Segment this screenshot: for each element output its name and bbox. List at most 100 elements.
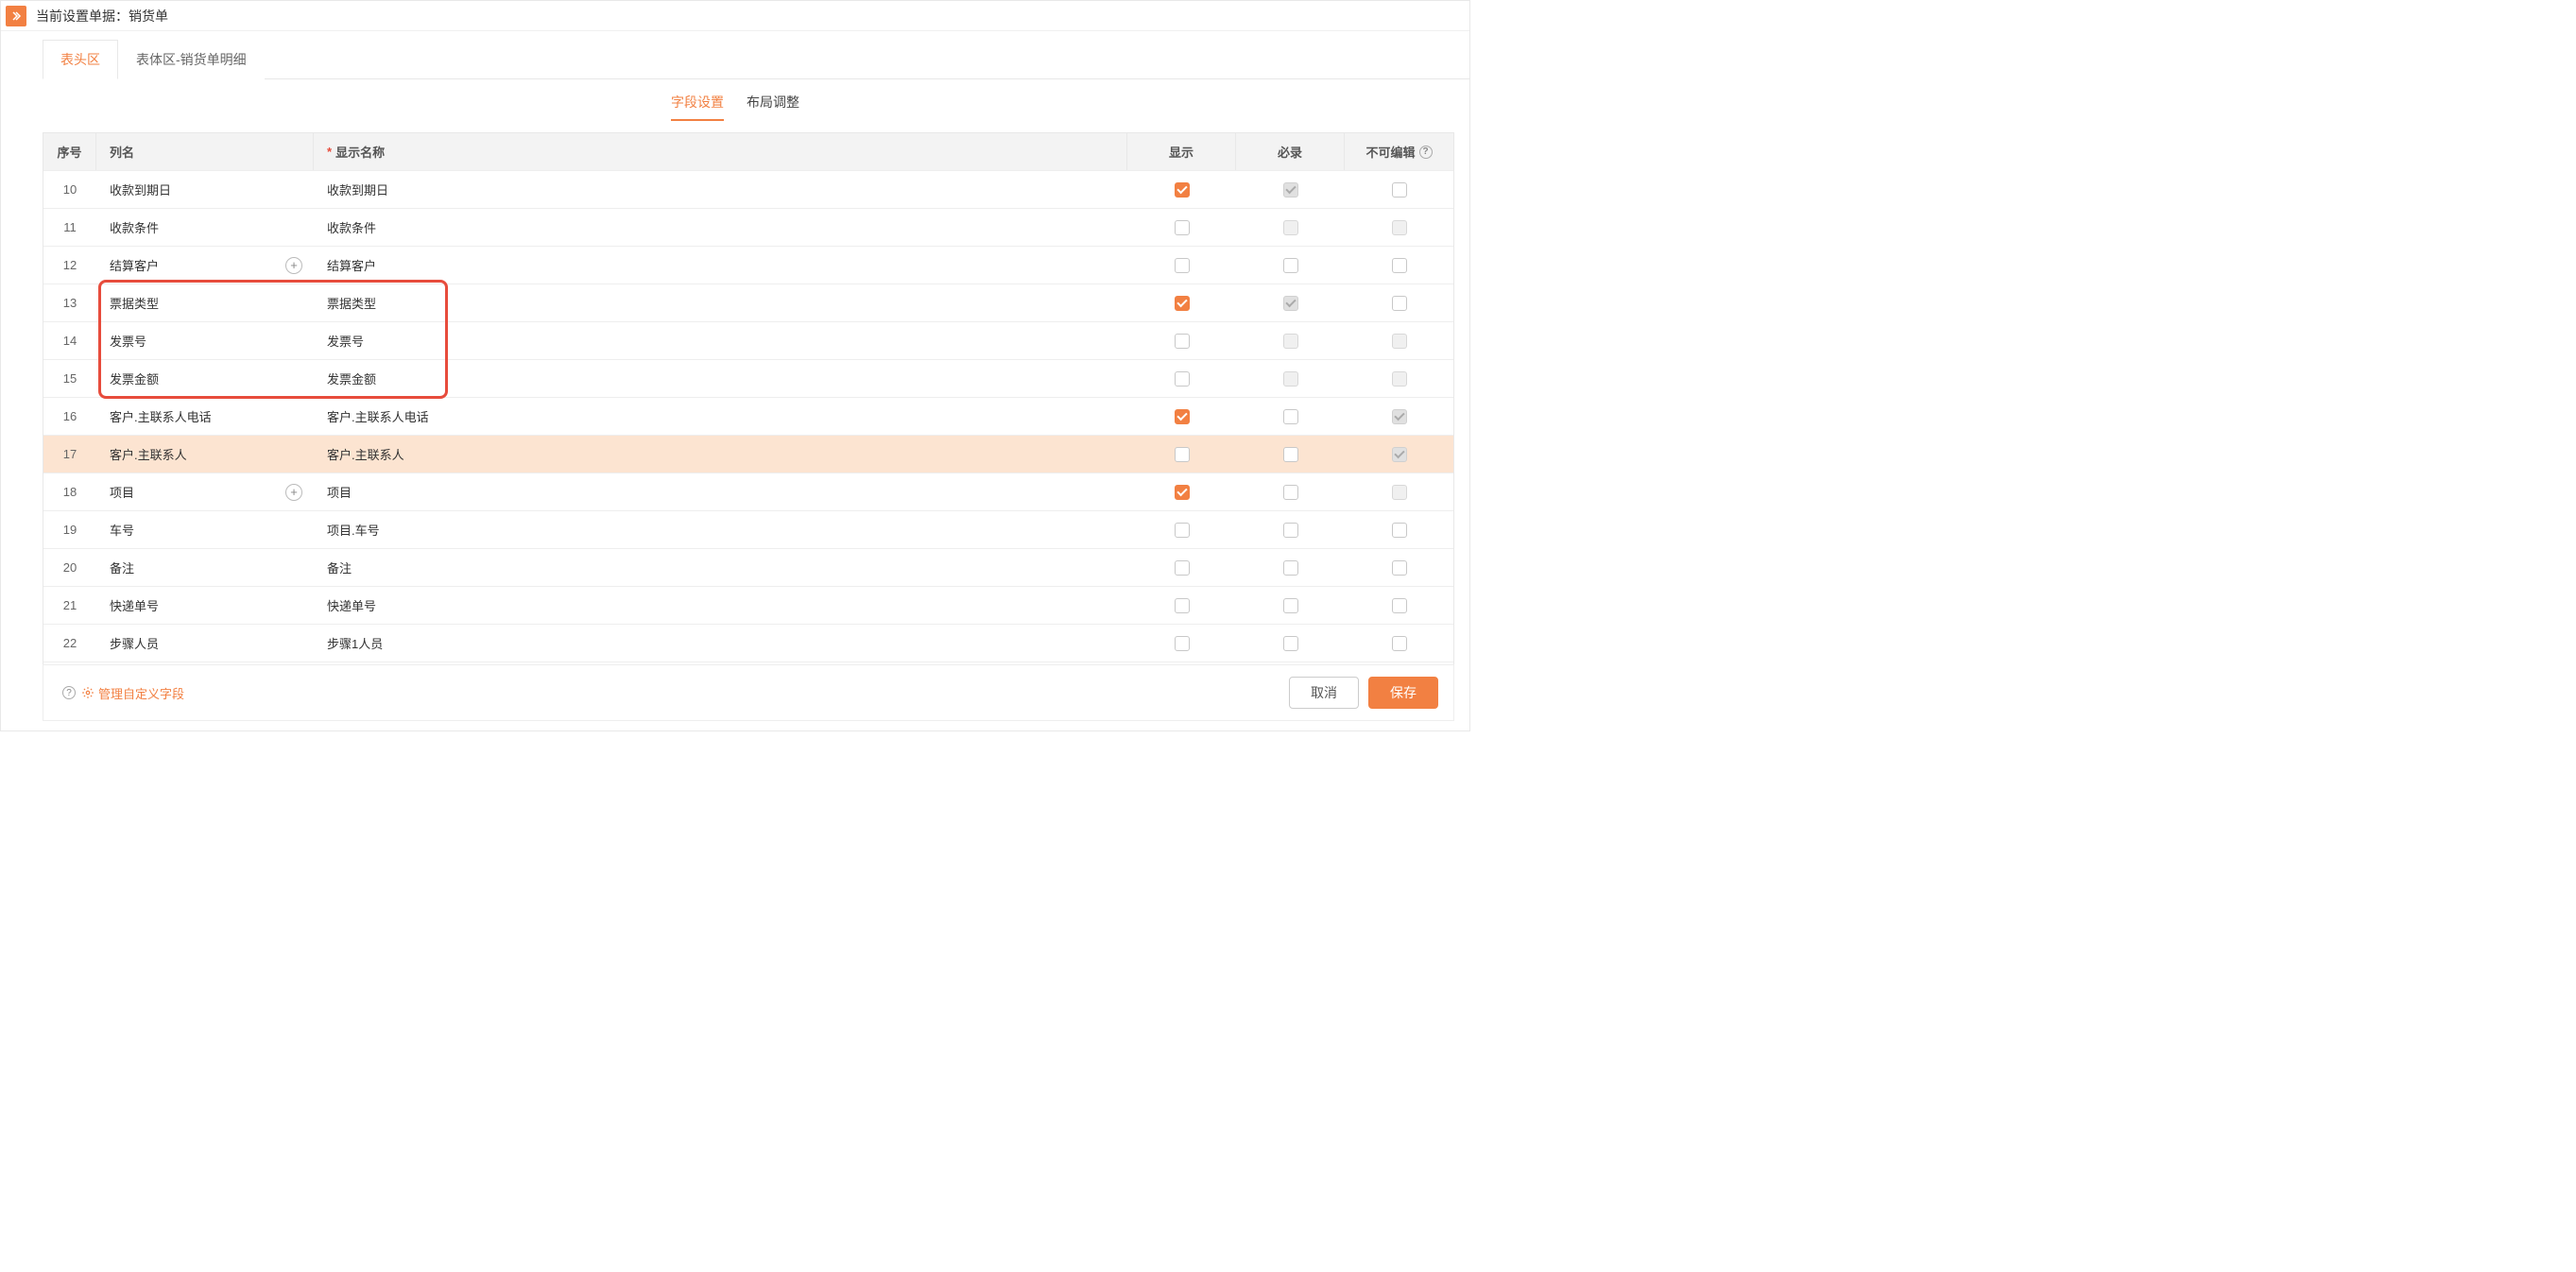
checkbox-required[interactable] (1283, 598, 1298, 613)
table-row[interactable]: 16客户.主联系人电话客户.主联系人电话 (43, 397, 1453, 435)
cell-displayname[interactable]: 项目 (314, 473, 1127, 510)
checkbox-readonly[interactable] (1392, 182, 1407, 198)
col-header-readonly-label: 不可编辑 (1365, 143, 1415, 161)
cell-displayname[interactable]: 客户.主联系人电话 (314, 398, 1127, 435)
checkbox-required[interactable] (1283, 636, 1298, 651)
table-row[interactable]: 17客户.主联系人客户.主联系人 (43, 435, 1453, 473)
cell-displayname[interactable]: 票据类型 (314, 284, 1127, 321)
checkbox-required[interactable] (1283, 447, 1298, 462)
checkbox-show[interactable] (1175, 258, 1190, 273)
table-row[interactable]: 12结算客户+结算客户 (43, 246, 1453, 284)
checkbox-show[interactable] (1175, 296, 1190, 311)
table-row[interactable]: 19车号项目.车号 (43, 510, 1453, 548)
cell-colname: 发票金额 (96, 360, 314, 397)
table-row[interactable]: 10收款到期日收款到期日 (43, 170, 1453, 208)
cell-displayname[interactable]: 发票号 (314, 322, 1127, 359)
save-button[interactable]: 保存 (1368, 677, 1438, 709)
col-header-display-label: 显示名称 (335, 143, 385, 161)
cell-colname: 收款条件 (96, 209, 314, 246)
manage-custom-fields-link[interactable]: 管理自定义字段 (81, 684, 184, 702)
table-row[interactable]: 11收款条件收款条件 (43, 208, 1453, 246)
table-row[interactable]: 18项目+项目 (43, 473, 1453, 510)
footer-left: ? 管理自定义字段 (59, 684, 184, 702)
checkbox-show[interactable] (1175, 560, 1190, 576)
cell-show (1127, 209, 1236, 246)
help-icon[interactable]: ? (62, 686, 76, 699)
region-tab-1[interactable]: 表体区-销货单明细 (118, 40, 265, 79)
add-subfield-button[interactable]: + (285, 257, 302, 274)
cell-required (1236, 473, 1345, 510)
col-header-display: * 显示名称 (314, 133, 1127, 170)
checkbox-show[interactable] (1175, 598, 1190, 613)
cell-readonly (1345, 473, 1453, 510)
checkbox-required[interactable] (1283, 409, 1298, 424)
cell-required (1236, 171, 1345, 208)
checkbox-readonly[interactable] (1392, 258, 1407, 273)
checkbox-show[interactable] (1175, 334, 1190, 349)
table-row[interactable]: 22步骤人员步骤1人员 (43, 624, 1453, 662)
table-row[interactable]: 21快递单号快递单号 (43, 586, 1453, 624)
required-star-icon: * (327, 145, 332, 159)
cell-seq: 18 (43, 473, 96, 510)
col-header-name: 列名 (96, 133, 314, 170)
checkbox-required (1283, 220, 1298, 235)
cell-displayname[interactable]: 结算客户 (314, 247, 1127, 284)
cancel-button[interactable]: 取消 (1289, 677, 1359, 709)
cell-displayname[interactable]: 客户.主联系人 (314, 436, 1127, 473)
checkbox-readonly[interactable] (1392, 636, 1407, 651)
checkbox-show[interactable] (1175, 409, 1190, 424)
col-header-required: 必录 (1236, 133, 1345, 170)
col-header-readonly: 不可编辑 ? (1345, 133, 1453, 170)
checkbox-show[interactable] (1175, 220, 1190, 235)
table-row[interactable]: 20备注备注 (43, 548, 1453, 586)
sub-tab-1[interactable]: 布局调整 (747, 93, 799, 121)
checkbox-required[interactable] (1283, 523, 1298, 538)
region-tabs: 表头区表体区-销货单明细 (43, 39, 1469, 79)
cell-seq: 21 (43, 587, 96, 624)
cell-required (1236, 360, 1345, 397)
table-row[interactable]: 13票据类型票据类型 (43, 284, 1453, 321)
checkbox-readonly (1392, 485, 1407, 500)
cell-displayname[interactable]: 快递单号 (314, 587, 1127, 624)
cell-seq: 12 (43, 247, 96, 284)
checkbox-required[interactable] (1283, 258, 1298, 273)
checkbox-readonly (1392, 220, 1407, 235)
cell-displayname[interactable]: 步骤1人员 (314, 625, 1127, 662)
region-tab-0[interactable]: 表头区 (43, 40, 118, 79)
checkbox-show[interactable] (1175, 636, 1190, 651)
cell-displayname[interactable]: 收款到期日 (314, 171, 1127, 208)
header-bar: 当前设置单据：销货单 (1, 1, 1469, 31)
cell-colname: 项目+ (96, 473, 314, 510)
checkbox-readonly[interactable] (1392, 598, 1407, 613)
checkbox-show[interactable] (1175, 447, 1190, 462)
table-row[interactable]: 15发票金额发票金额 (43, 359, 1453, 397)
cell-displayname[interactable]: 发票金额 (314, 360, 1127, 397)
checkbox-show[interactable] (1175, 485, 1190, 500)
cell-colname: 客户.主联系人电话 (96, 398, 314, 435)
checkbox-show[interactable] (1175, 371, 1190, 387)
checkbox-readonly[interactable] (1392, 296, 1407, 311)
cell-required (1236, 625, 1345, 662)
cell-required (1236, 322, 1345, 359)
help-icon[interactable]: ? (1419, 146, 1433, 159)
cell-required (1236, 398, 1345, 435)
cell-required (1236, 209, 1345, 246)
sub-tab-0[interactable]: 字段设置 (671, 93, 724, 121)
expand-sidebar-button[interactable] (6, 6, 26, 26)
cell-required (1236, 284, 1345, 321)
cell-readonly (1345, 436, 1453, 473)
checkbox-required[interactable] (1283, 560, 1298, 576)
cell-displayname[interactable]: 备注 (314, 549, 1127, 586)
checkbox-readonly[interactable] (1392, 560, 1407, 576)
cell-displayname[interactable]: 项目.车号 (314, 511, 1127, 548)
checkbox-required[interactable] (1283, 485, 1298, 500)
cell-displayname[interactable]: 收款条件 (314, 209, 1127, 246)
cell-colname: 步骤人员 (96, 625, 314, 662)
checkbox-show[interactable] (1175, 523, 1190, 538)
checkbox-show[interactable] (1175, 182, 1190, 198)
table-row[interactable]: 14发票号发票号 (43, 321, 1453, 359)
cell-seq: 14 (43, 322, 96, 359)
checkbox-readonly[interactable] (1392, 523, 1407, 538)
sub-tabs: 字段设置布局调整 (1, 93, 1469, 121)
add-subfield-button[interactable]: + (285, 484, 302, 501)
